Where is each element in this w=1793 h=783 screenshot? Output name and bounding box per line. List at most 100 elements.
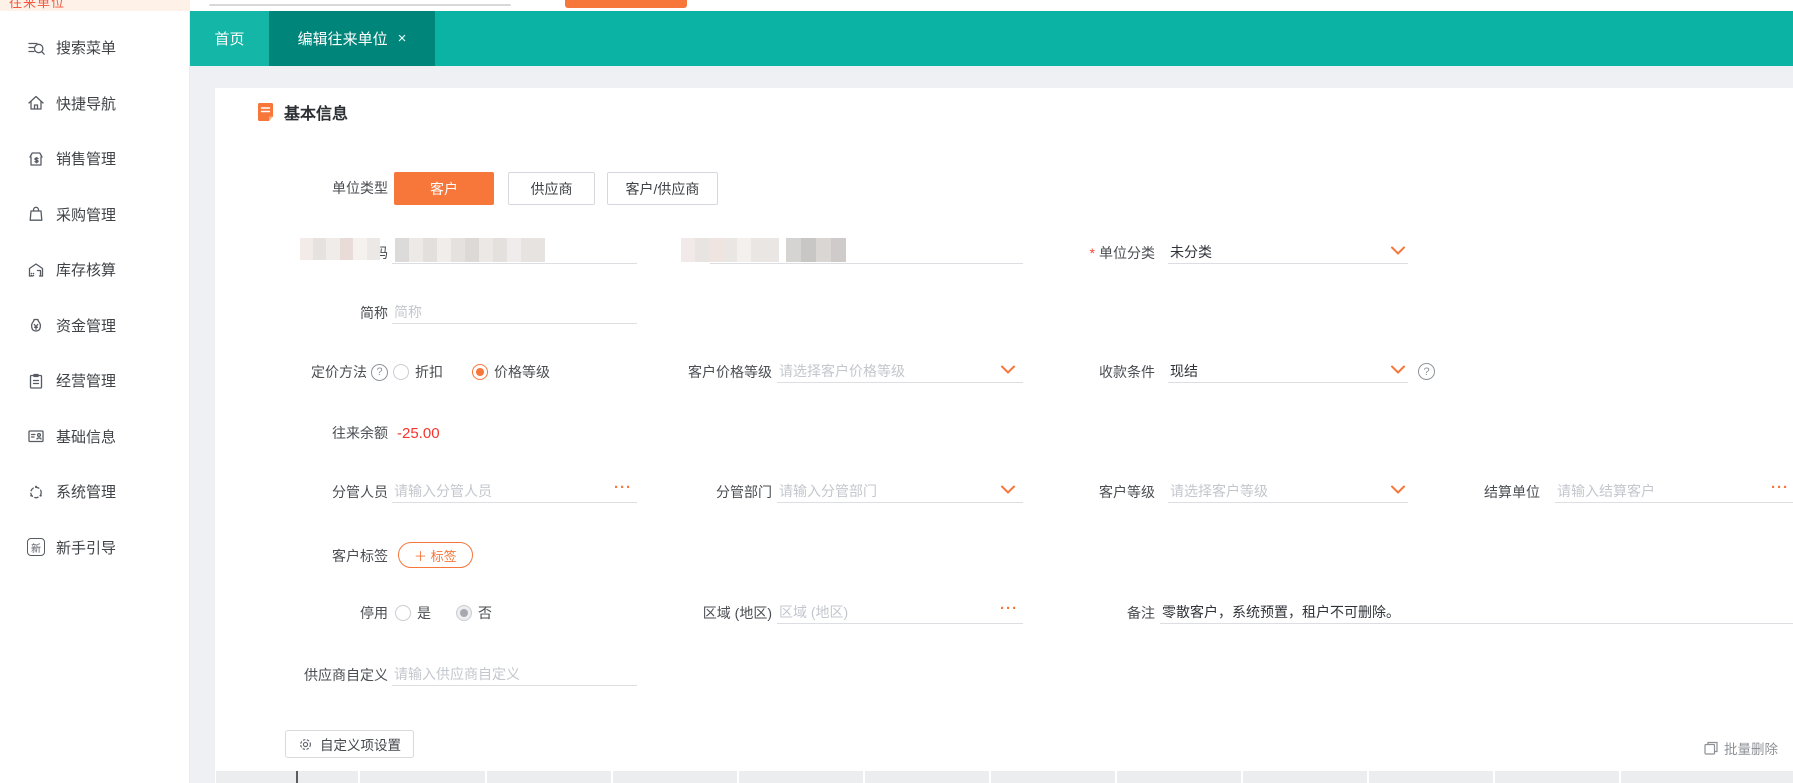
new-badge-text: 新: [27, 538, 45, 557]
sidebar-item-basic-info[interactable]: 基础信息: [0, 409, 189, 465]
table-header-cell: [1117, 771, 1241, 783]
help-icon[interactable]: ?: [371, 363, 388, 381]
redaction-mosaic: [681, 238, 779, 262]
batch-delete-button[interactable]: 批量删除: [1704, 738, 1778, 758]
required-asterisk: *: [1089, 245, 1095, 261]
warehouse-icon: [25, 259, 47, 281]
table-header-cell: [487, 771, 611, 783]
sidebar-item-sales[interactable]: 销售管理: [0, 131, 189, 187]
chevron-down-icon[interactable]: [1390, 246, 1406, 256]
unit-type-customer-button[interactable]: 客户: [394, 172, 494, 205]
pricing-method-label: 定价方法 ?: [215, 361, 388, 383]
radio-selected-icon[interactable]: [456, 605, 472, 621]
sidebar-item-label: 采购管理: [56, 206, 117, 224]
settlement-unit-label: 结算单位: [1484, 484, 1540, 500]
sidebar-item-label: 销售管理: [56, 151, 117, 169]
unit-type-supplier-button[interactable]: 供应商: [508, 172, 595, 205]
custom-settings-button[interactable]: 自定义项设置: [285, 730, 414, 758]
sidebar-item-label: 搜索菜单: [56, 40, 117, 58]
balance-value: -25.00: [397, 425, 440, 442]
batch-delete-icon: [1704, 741, 1718, 755]
money-bag-icon: [25, 314, 47, 336]
table-header-cell: [216, 771, 296, 783]
tab-label: 首页: [214, 31, 245, 48]
remark-input[interactable]: [1160, 600, 1793, 624]
sidebar-item-search-menu[interactable]: 搜索菜单: [0, 20, 189, 76]
pricing-price-level-radio[interactable]: 价格等级: [472, 361, 550, 383]
sidebar-item-operations[interactable]: 经营管理: [0, 353, 189, 409]
app-window: 往来单位 搜索菜单 快捷导航 销售管理 采购管理 库存核算 资金管理 经营管理 …: [0, 0, 1793, 783]
table-header-cell: [1369, 771, 1493, 783]
sidebar-item-system[interactable]: 系统管理: [0, 464, 189, 520]
unit-category-label: * 单位分类: [1089, 245, 1155, 261]
top-header-clipped: 往来单位: [0, 0, 1793, 11]
sidebar-item-newbie[interactable]: 新 新手引导: [0, 520, 189, 576]
sidebar-item-inventory[interactable]: 库存核算: [0, 242, 189, 298]
sidebar-item-quick-nav[interactable]: 快捷导航: [0, 76, 189, 132]
unit-type-both-button[interactable]: 客户/供应商: [607, 172, 718, 205]
table-header-cell: [739, 771, 863, 783]
sidebar-item-label: 系统管理: [56, 484, 117, 502]
sidebar-menu: 搜索菜单 快捷导航 销售管理 采购管理 库存核算 资金管理 经营管理 基础信息 …: [0, 20, 189, 575]
unit-category-select[interactable]: [1168, 240, 1408, 264]
shop-dollar-icon: [25, 148, 47, 170]
disabled-no-radio[interactable]: 否: [456, 602, 492, 624]
batch-delete-label: 批量删除: [1724, 742, 1778, 757]
chevron-down-icon[interactable]: [1390, 365, 1406, 375]
redaction-mosaic: [786, 238, 846, 262]
table-header-cell: [1243, 771, 1367, 783]
sidebar-item-funds[interactable]: 资金管理: [0, 298, 189, 354]
region-label: 区域 (地区): [702, 605, 772, 621]
table-header-cell: [360, 771, 485, 783]
help-icon[interactable]: ?: [1418, 363, 1435, 380]
search-menu-icon: [25, 37, 47, 59]
tab-label: 编辑往来单位: [297, 31, 388, 48]
sidebar-item-label: 经营管理: [56, 373, 117, 391]
sidebar-item-label: 新手引导: [56, 539, 117, 557]
table-header-clipped: [216, 771, 1793, 783]
payment-terms-select[interactable]: [1168, 359, 1408, 383]
disabled-label: 停用: [360, 605, 388, 621]
tab-bar: 首页 编辑往来单位 ×: [190, 11, 1793, 66]
short-name-label: 简称: [360, 305, 388, 321]
content-area: 基本信息 单位类型 客户 供应商 客户/供应商 *单位编码 *单位分类 简称 定: [190, 66, 1793, 783]
pricing-discount-radio[interactable]: 折扣: [393, 361, 443, 383]
document-icon: [258, 103, 273, 121]
table-header-cell: [991, 771, 1115, 783]
sidebar-item-purchase[interactable]: 采购管理: [0, 187, 189, 243]
add-tag-button[interactable]: ＋ 标签: [398, 542, 473, 568]
customer-price-level-label: 客户价格等级: [688, 364, 772, 380]
section-title: 基本信息: [284, 106, 349, 123]
clipped-input-underline: [209, 4, 511, 6]
department-label: 分管部门: [716, 484, 772, 500]
home-icon: [25, 92, 47, 114]
supplier-custom-input[interactable]: [392, 662, 637, 686]
table-header-cell: [298, 771, 358, 783]
radio-icon[interactable]: [393, 364, 409, 380]
redaction-mosaic: [300, 238, 380, 260]
shopping-bag-icon: [25, 203, 47, 225]
radio-icon[interactable]: [395, 605, 411, 621]
more-options-icon[interactable]: ···: [1771, 479, 1789, 496]
settlement-unit-input[interactable]: [1555, 479, 1793, 503]
gear-icon: [300, 738, 311, 750]
table-header-cell: [1495, 771, 1619, 783]
supplier-custom-label: 供应商自定义: [304, 667, 388, 683]
tab-edit-contact-unit[interactable]: 编辑往来单位 ×: [269, 11, 435, 66]
clipboard-icon: [25, 370, 47, 392]
section-header: 基本信息: [257, 100, 348, 124]
custom-settings-label: 自定义项设置: [320, 738, 401, 753]
edit-form-card: 基本信息 单位类型 客户 供应商 客户/供应商 *单位编码 *单位分类 简称 定: [215, 88, 1793, 783]
radio-selected-icon[interactable]: [472, 364, 488, 380]
short-name-input[interactable]: [392, 300, 637, 324]
tab-close-icon[interactable]: ×: [398, 31, 407, 46]
tab-home[interactable]: 首页: [190, 11, 269, 66]
disabled-yes-radio[interactable]: 是: [395, 602, 431, 624]
table-header-cell: [613, 771, 737, 783]
sidebar-item-label: 快捷导航: [56, 95, 117, 113]
table-header-cell: [865, 771, 989, 783]
dotted-circle-icon: [25, 481, 47, 503]
clipped-orange-button[interactable]: [565, 0, 687, 8]
id-card-icon: [25, 425, 47, 447]
unit-type-label: 单位类型: [332, 180, 388, 196]
